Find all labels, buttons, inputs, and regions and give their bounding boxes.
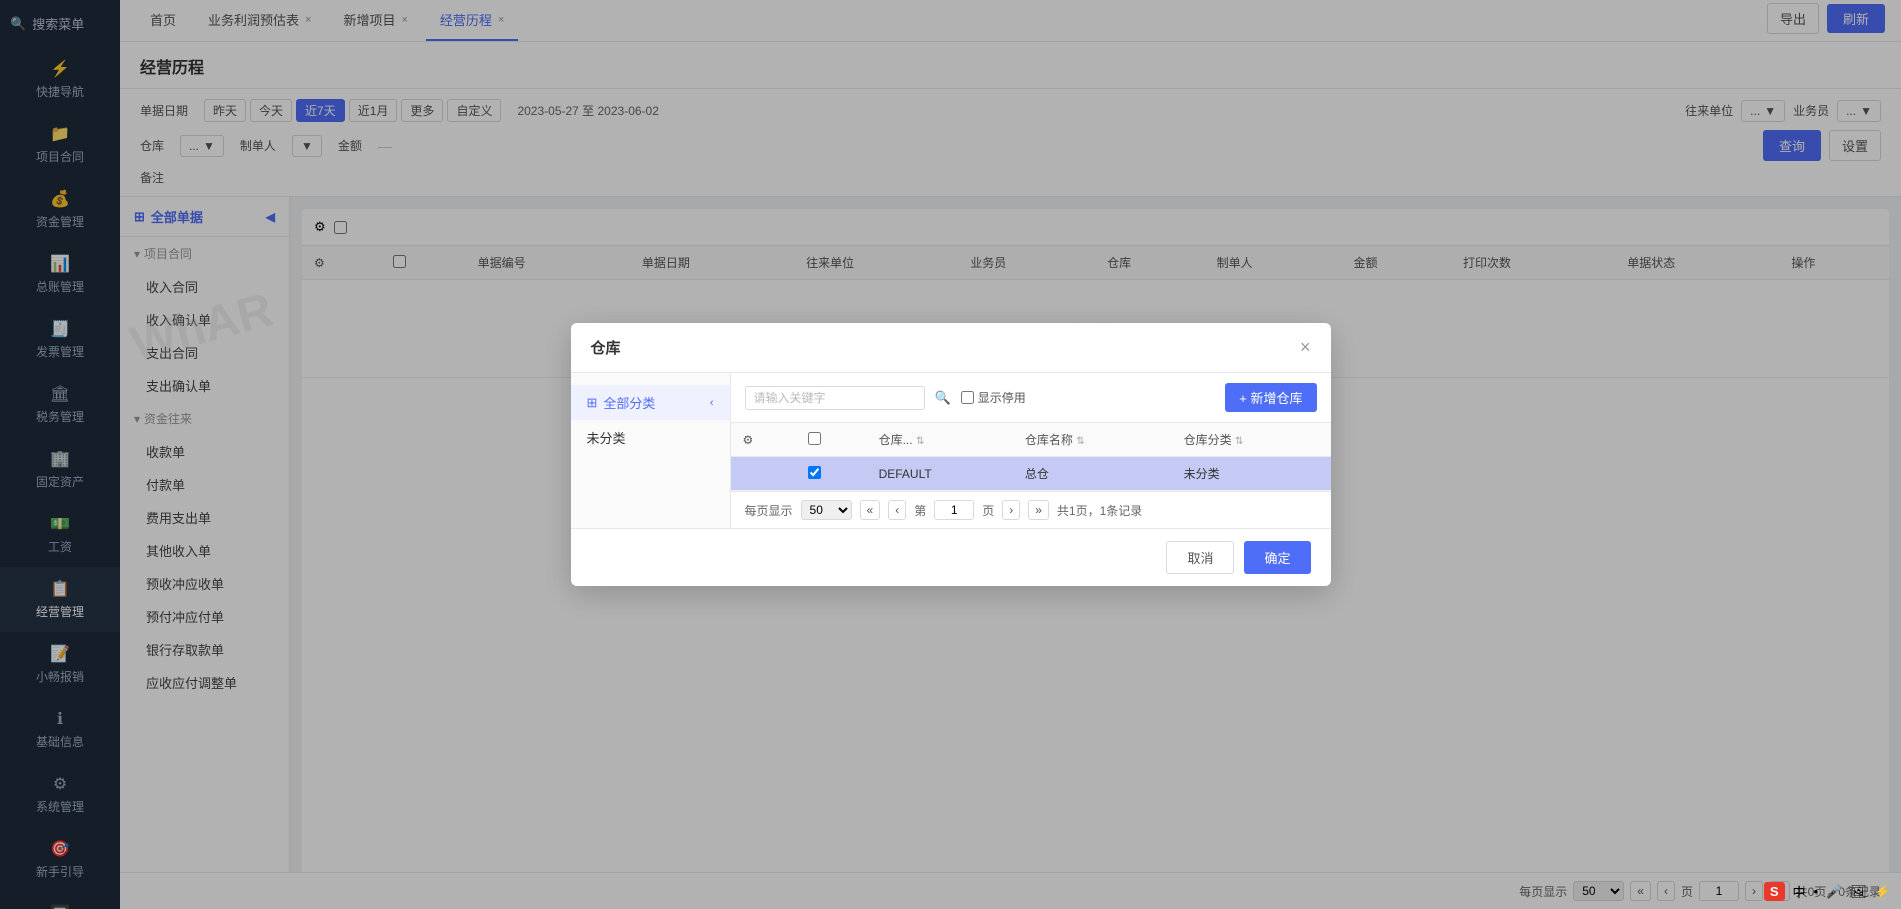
modal-next-btn[interactable]: › bbox=[1002, 500, 1020, 520]
modal-row-category: 未分类 bbox=[1172, 457, 1331, 491]
bottom-right-icons: S 中 • 🎤 🖼 ⚡ bbox=[1764, 882, 1891, 901]
modal-col-settings: ⚙ bbox=[731, 423, 797, 457]
modal-pagination: 每页显示 50 100 « ‹ 第 页 › » 共1页，1条记录 bbox=[731, 491, 1331, 528]
sort-category-icon[interactable]: ⇅ bbox=[1235, 436, 1243, 447]
modal-row-checkbox-input[interactable] bbox=[808, 466, 821, 479]
sort-code-icon[interactable]: ⇅ bbox=[916, 436, 924, 447]
modal-last-btn[interactable]: » bbox=[1028, 500, 1049, 520]
sort-name-icon[interactable]: ⇅ bbox=[1076, 436, 1084, 447]
modal-table-wrap: ⚙ 仓库... ⇅ 仓库名称 bbox=[731, 423, 1331, 491]
modal-first-btn[interactable]: « bbox=[860, 500, 881, 520]
modal-col-checkbox bbox=[796, 423, 866, 457]
warehouse-modal: 仓库 × ⊞ 全部分类 ‹ 未分类 🔍 bbox=[571, 323, 1331, 586]
settings-icon-th[interactable]: ⚙ bbox=[743, 433, 754, 447]
add-warehouse-button[interactable]: + 新增仓库 bbox=[1225, 383, 1316, 412]
cancel-button[interactable]: 取消 bbox=[1166, 541, 1234, 574]
modal-left-all-category[interactable]: ⊞ 全部分类 ‹ bbox=[571, 385, 730, 420]
modal-left-panel: ⊞ 全部分类 ‹ 未分类 bbox=[571, 373, 731, 528]
bottom-icon-4[interactable]: ⚡ bbox=[1875, 884, 1891, 900]
modal-header: 仓库 × bbox=[571, 323, 1331, 373]
bottom-icon-3[interactable]: 🖼 bbox=[1850, 884, 1867, 900]
modal-page-input[interactable] bbox=[934, 500, 974, 520]
modal-row-code: DEFAULT bbox=[867, 457, 1013, 491]
modal-title: 仓库 bbox=[591, 337, 621, 358]
show-disabled-checkbox[interactable] bbox=[961, 391, 974, 404]
grid-icon-modal: ⊞ bbox=[587, 395, 598, 411]
modal-table-row[interactable]: DEFAULT 总仓 未分类 bbox=[731, 457, 1331, 491]
modal-toolbar: 🔍 显示停用 + 新增仓库 bbox=[731, 373, 1331, 423]
confirm-button[interactable]: 确定 bbox=[1244, 541, 1310, 574]
modal-body: ⊞ 全部分类 ‹ 未分类 🔍 显示停用 + 新增仓 bbox=[571, 373, 1331, 528]
collapse-left-panel[interactable]: ‹ bbox=[710, 397, 714, 409]
modal-right-panel: 🔍 显示停用 + 新增仓库 ⚙ bbox=[731, 373, 1331, 528]
modal-prev-btn[interactable]: ‹ bbox=[888, 500, 906, 520]
modal-overlay[interactable]: 仓库 × ⊞ 全部分类 ‹ 未分类 🔍 bbox=[0, 0, 1901, 909]
modal-search-icon[interactable]: 🔍 bbox=[935, 390, 951, 406]
modal-col-category[interactable]: 仓库分类 ⇅ bbox=[1172, 423, 1331, 457]
modal-row-settings bbox=[731, 457, 797, 491]
modal-footer: 取消 确定 bbox=[571, 528, 1331, 586]
modal-per-page-select[interactable]: 50 100 bbox=[801, 500, 852, 520]
modal-col-name[interactable]: 仓库名称 ⇅ bbox=[1013, 423, 1172, 457]
modal-table: ⚙ 仓库... ⇅ 仓库名称 bbox=[731, 423, 1331, 491]
bottom-icon-2[interactable]: • bbox=[1814, 884, 1819, 899]
modal-search-input[interactable] bbox=[745, 386, 925, 410]
s-logo: S bbox=[1764, 882, 1785, 901]
modal-row-checkbox bbox=[796, 457, 866, 491]
bottom-icon-mic[interactable]: 🎤 bbox=[1826, 884, 1842, 900]
modal-total-label: 共1页，1条记录 bbox=[1057, 502, 1142, 519]
modal-per-page-label: 每页显示 bbox=[745, 502, 793, 519]
bottom-icon-1[interactable]: 中 bbox=[1793, 882, 1806, 901]
modal-page-pre: 第 bbox=[914, 502, 926, 519]
modal-close-button[interactable]: × bbox=[1300, 337, 1311, 358]
modal-row-name: 总仓 bbox=[1013, 457, 1172, 491]
modal-page-label: 页 bbox=[982, 502, 994, 519]
modal-left-uncategorized[interactable]: 未分类 bbox=[571, 420, 730, 455]
show-disabled-label[interactable]: 显示停用 bbox=[961, 389, 1026, 406]
modal-th-checkbox[interactable] bbox=[808, 432, 821, 445]
modal-col-code[interactable]: 仓库... ⇅ bbox=[867, 423, 1013, 457]
